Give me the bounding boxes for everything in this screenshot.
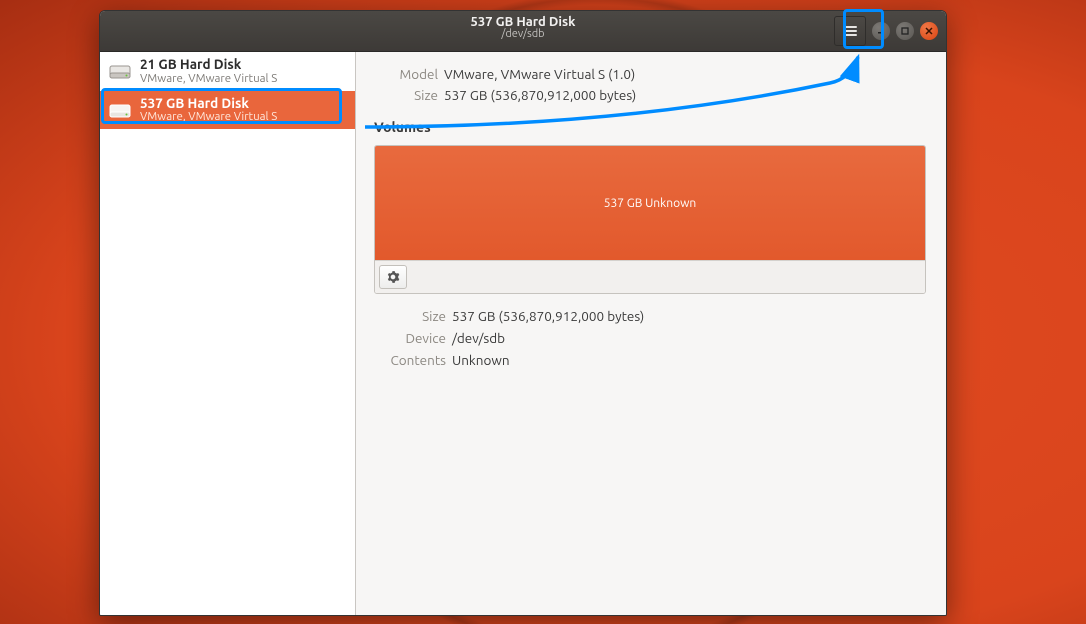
disk-item-label: 537 GB Hard Disk xyxy=(140,96,277,111)
detail-label-device: Device xyxy=(374,330,452,346)
disk-details-pane: Model VMware, VMware Virtual S (1.0) Siz… xyxy=(356,52,946,615)
app-menu-button[interactable] xyxy=(834,16,866,46)
window-title: 537 GB Hard Disk xyxy=(100,15,946,29)
detail-label-size: Size xyxy=(374,308,452,324)
disk-item-537gb[interactable]: 537 GB Hard Disk VMware, VMware Virtual … xyxy=(100,91,355,130)
gear-icon xyxy=(386,270,400,284)
disk-list-sidebar: 21 GB Hard Disk VMware, VMware Virtual S… xyxy=(100,52,356,615)
partition-label: 537 GB Unknown xyxy=(604,197,697,210)
detail-value-size: 537 GB (536,870,912,000 bytes) xyxy=(452,308,644,324)
detail-label-contents: Contents xyxy=(374,352,452,368)
prop-row-model: Model VMware, VMware Virtual S (1.0) xyxy=(374,66,926,82)
window-title-block: 537 GB Hard Disk /dev/sdb xyxy=(100,15,946,40)
volumes-section-title: Volumes xyxy=(374,119,926,135)
volume-options-button[interactable] xyxy=(379,265,407,289)
detail-row-size: Size 537 GB (536,870,912,000 bytes) xyxy=(374,308,926,324)
close-icon xyxy=(925,27,933,35)
hard-disk-icon xyxy=(108,59,132,83)
disks-window: 537 GB Hard Disk /dev/sdb xyxy=(99,10,947,616)
hard-disk-icon xyxy=(108,98,132,122)
window-subtitle: /dev/sdb xyxy=(100,28,946,40)
disk-item-21gb[interactable]: 21 GB Hard Disk VMware, VMware Virtual S xyxy=(100,52,355,91)
detail-row-device: Device /dev/sdb xyxy=(374,330,926,346)
maximize-icon xyxy=(901,27,909,35)
detail-value-device: /dev/sdb xyxy=(452,330,505,346)
window-close-button[interactable] xyxy=(920,22,938,40)
partition-unknown[interactable]: 537 GB Unknown xyxy=(375,146,925,260)
prop-value-model: VMware, VMware Virtual S (1.0) xyxy=(444,66,635,82)
disk-item-sub: VMware, VMware Virtual S xyxy=(140,110,277,124)
menu-icon xyxy=(843,26,857,36)
prop-label-model: Model xyxy=(374,66,444,82)
minimize-icon xyxy=(877,27,885,35)
desktop-wallpaper: 537 GB Hard Disk /dev/sdb xyxy=(0,0,1086,624)
volume-box: 537 GB Unknown xyxy=(374,145,926,294)
disk-item-sub: VMware, VMware Virtual S xyxy=(140,72,277,86)
titlebar[interactable]: 537 GB Hard Disk /dev/sdb xyxy=(100,11,946,52)
disk-item-label: 21 GB Hard Disk xyxy=(140,57,277,72)
partition-map[interactable]: 537 GB Unknown xyxy=(375,146,925,260)
prop-row-size: Size 537 GB (536,870,912,000 bytes) xyxy=(374,87,926,103)
window-content: 21 GB Hard Disk VMware, VMware Virtual S… xyxy=(100,52,946,615)
window-minimize-button[interactable] xyxy=(872,22,890,40)
prop-label-size: Size xyxy=(374,87,444,103)
prop-value-size: 537 GB (536,870,912,000 bytes) xyxy=(444,87,636,103)
volume-toolbar xyxy=(375,260,925,293)
window-maximize-button[interactable] xyxy=(896,22,914,40)
detail-value-contents: Unknown xyxy=(452,352,510,368)
volume-detail-rows: Size 537 GB (536,870,912,000 bytes) Devi… xyxy=(374,308,926,368)
detail-row-contents: Contents Unknown xyxy=(374,352,926,368)
